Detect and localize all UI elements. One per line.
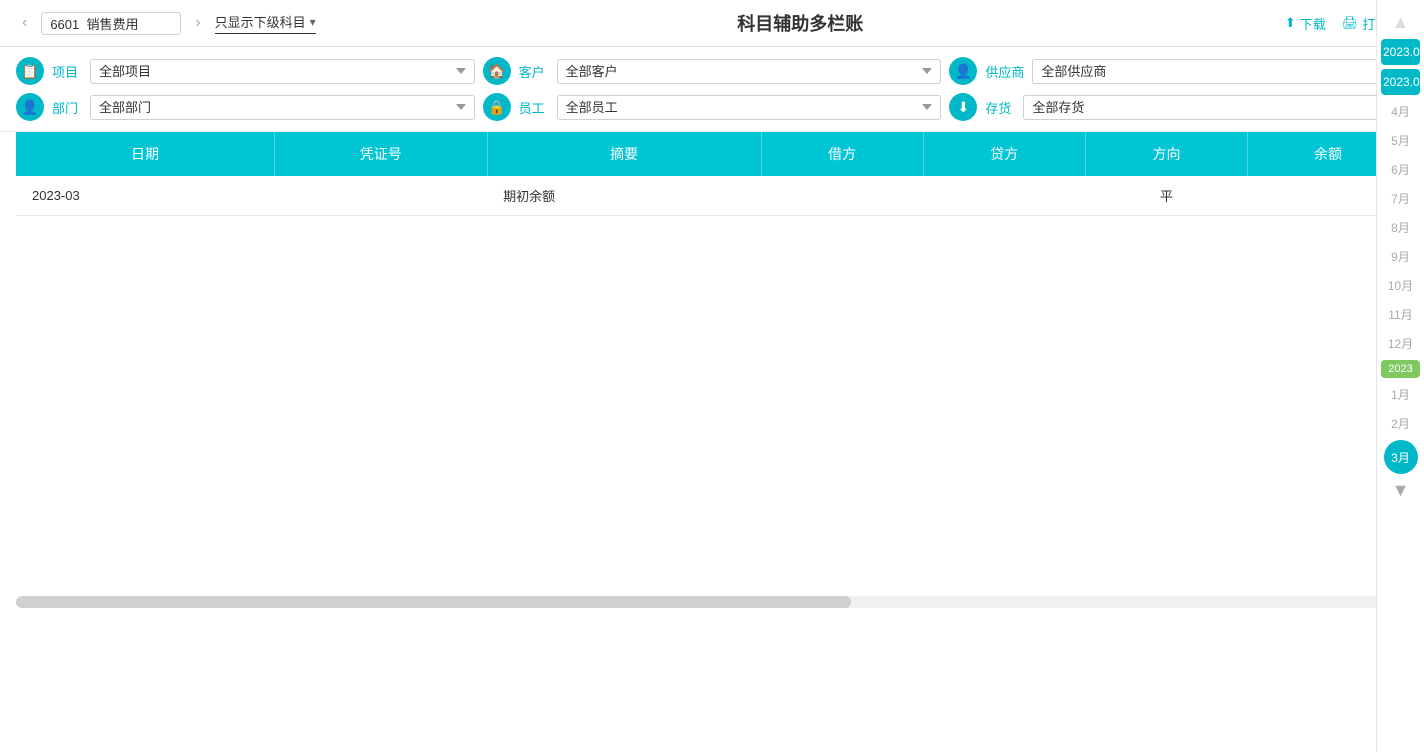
horizontal-scrollbar[interactable]: [16, 596, 1408, 608]
table-header-row: 日期 凭证号 摘要 借方 贷方 方向 余额: [16, 132, 1408, 176]
side-period-1[interactable]: 2023.03: [1381, 39, 1420, 65]
inventory-label: 存货: [985, 98, 1015, 117]
account-code-area: [41, 12, 181, 35]
side-month-8[interactable]: 8月: [1377, 213, 1424, 242]
filter-department: 👤 部门 全部部门: [16, 93, 475, 121]
show-sub-filter[interactable]: 只显示下级科目 ▾: [215, 12, 316, 34]
side-month-1[interactable]: 1月: [1377, 380, 1424, 409]
main-window: ‹ › 只显示下级科目 ▾ 科目辅助多栏账 ⬆ 下载 🖨 打印 × 📋 项目: [0, 0, 1424, 752]
side-month-3[interactable]: 3月: [1384, 440, 1418, 474]
filter-customer: 🏠 客户 全部客户: [483, 57, 942, 85]
supplier-select[interactable]: 全部供应商: [1032, 59, 1408, 84]
col-date: 日期: [16, 132, 274, 176]
side-period-2[interactable]: 2023.03: [1381, 69, 1420, 95]
cell-debit: [761, 176, 923, 216]
side-month-10[interactable]: 10月: [1377, 271, 1424, 300]
customer-icon: 🏠: [483, 57, 511, 85]
account-code-input[interactable]: [41, 12, 181, 35]
filter-project: 📋 项目 全部项目: [16, 57, 475, 85]
table-row: 2023-03 期初余额 平: [16, 176, 1408, 216]
scrollbar-thumb: [16, 596, 851, 608]
cell-credit: [923, 176, 1085, 216]
prev-account-btn[interactable]: ‹: [16, 12, 33, 34]
download-icon: ⬆: [1285, 15, 1296, 31]
side-month-4[interactable]: 4月: [1377, 97, 1424, 126]
side-down-arrow[interactable]: ▼: [1388, 476, 1414, 505]
filter-supplier: 👤 供应商 全部供应商: [949, 57, 1408, 85]
side-month-7[interactable]: 7月: [1377, 184, 1424, 213]
download-label: 下载: [1300, 14, 1326, 33]
header: ‹ › 只显示下级科目 ▾ 科目辅助多栏账 ⬆ 下载 🖨 打印 ×: [0, 0, 1424, 47]
table-wrapper: 日期 凭证号 摘要 借方 贷方 方向 余额 2023-03 期初余额 平: [16, 132, 1408, 216]
project-select[interactable]: 全部项目: [90, 59, 475, 84]
customer-label: 客户: [519, 62, 549, 81]
side-month-5[interactable]: 5月: [1377, 126, 1424, 155]
side-month-12[interactable]: 12月: [1377, 329, 1424, 358]
employee-label: 员工: [519, 98, 549, 117]
employee-icon: 🔒: [483, 93, 511, 121]
inventory-select[interactable]: 全部存货: [1023, 95, 1408, 120]
cell-voucher: [274, 176, 487, 216]
filters-area: 📋 项目 全部项目 🏠 客户 全部客户 👤 供应商 全部供应商 👤 部门 全: [0, 47, 1424, 132]
department-select[interactable]: 全部部门: [90, 95, 475, 120]
ledger-table: 日期 凭证号 摘要 借方 贷方 方向 余额 2023-03 期初余额 平: [16, 132, 1408, 216]
col-voucher: 凭证号: [274, 132, 487, 176]
col-direction: 方向: [1085, 132, 1247, 176]
supplier-label: 供应商: [985, 62, 1024, 81]
col-debit: 借方: [761, 132, 923, 176]
page-title: 科目辅助多栏账: [316, 10, 1285, 36]
side-year-2023[interactable]: 2023: [1381, 360, 1420, 378]
cell-direction: 平: [1085, 176, 1247, 216]
inventory-icon: ⬇: [949, 93, 977, 121]
print-icon: 🖨: [1342, 15, 1359, 31]
col-summary: 摘要: [487, 132, 761, 176]
employee-select[interactable]: 全部员工: [557, 95, 942, 120]
col-credit: 贷方: [923, 132, 1085, 176]
cell-summary: 期初余额: [487, 176, 761, 216]
project-label: 项目: [52, 62, 82, 81]
filter-employee: 🔒 员工 全部员工: [483, 93, 942, 121]
side-month-11[interactable]: 11月: [1377, 300, 1424, 329]
side-month-9[interactable]: 9月: [1377, 242, 1424, 271]
department-label: 部门: [52, 98, 82, 117]
side-month-6[interactable]: 6月: [1377, 155, 1424, 184]
project-icon: 📋: [16, 57, 44, 85]
side-up-arrow[interactable]: ▲: [1388, 8, 1414, 37]
show-sub-label: 只显示下级科目: [215, 12, 306, 31]
side-month-2[interactable]: 2月: [1377, 409, 1424, 438]
cell-date: 2023-03: [16, 176, 274, 216]
customer-select[interactable]: 全部客户: [557, 59, 942, 84]
header-actions: ⬆ 下载 🖨 打印: [1285, 14, 1388, 33]
download-btn[interactable]: ⬆ 下载: [1285, 14, 1326, 33]
department-icon: 👤: [16, 93, 44, 121]
next-account-btn[interactable]: ›: [189, 12, 206, 34]
supplier-icon: 👤: [949, 57, 977, 85]
filter-inventory: ⬇ 存货 全部存货: [949, 93, 1408, 121]
side-panel: ▲ 2023.03 2023.03 4月 5月 6月 7月 8月 9月 10月 …: [1376, 0, 1424, 752]
